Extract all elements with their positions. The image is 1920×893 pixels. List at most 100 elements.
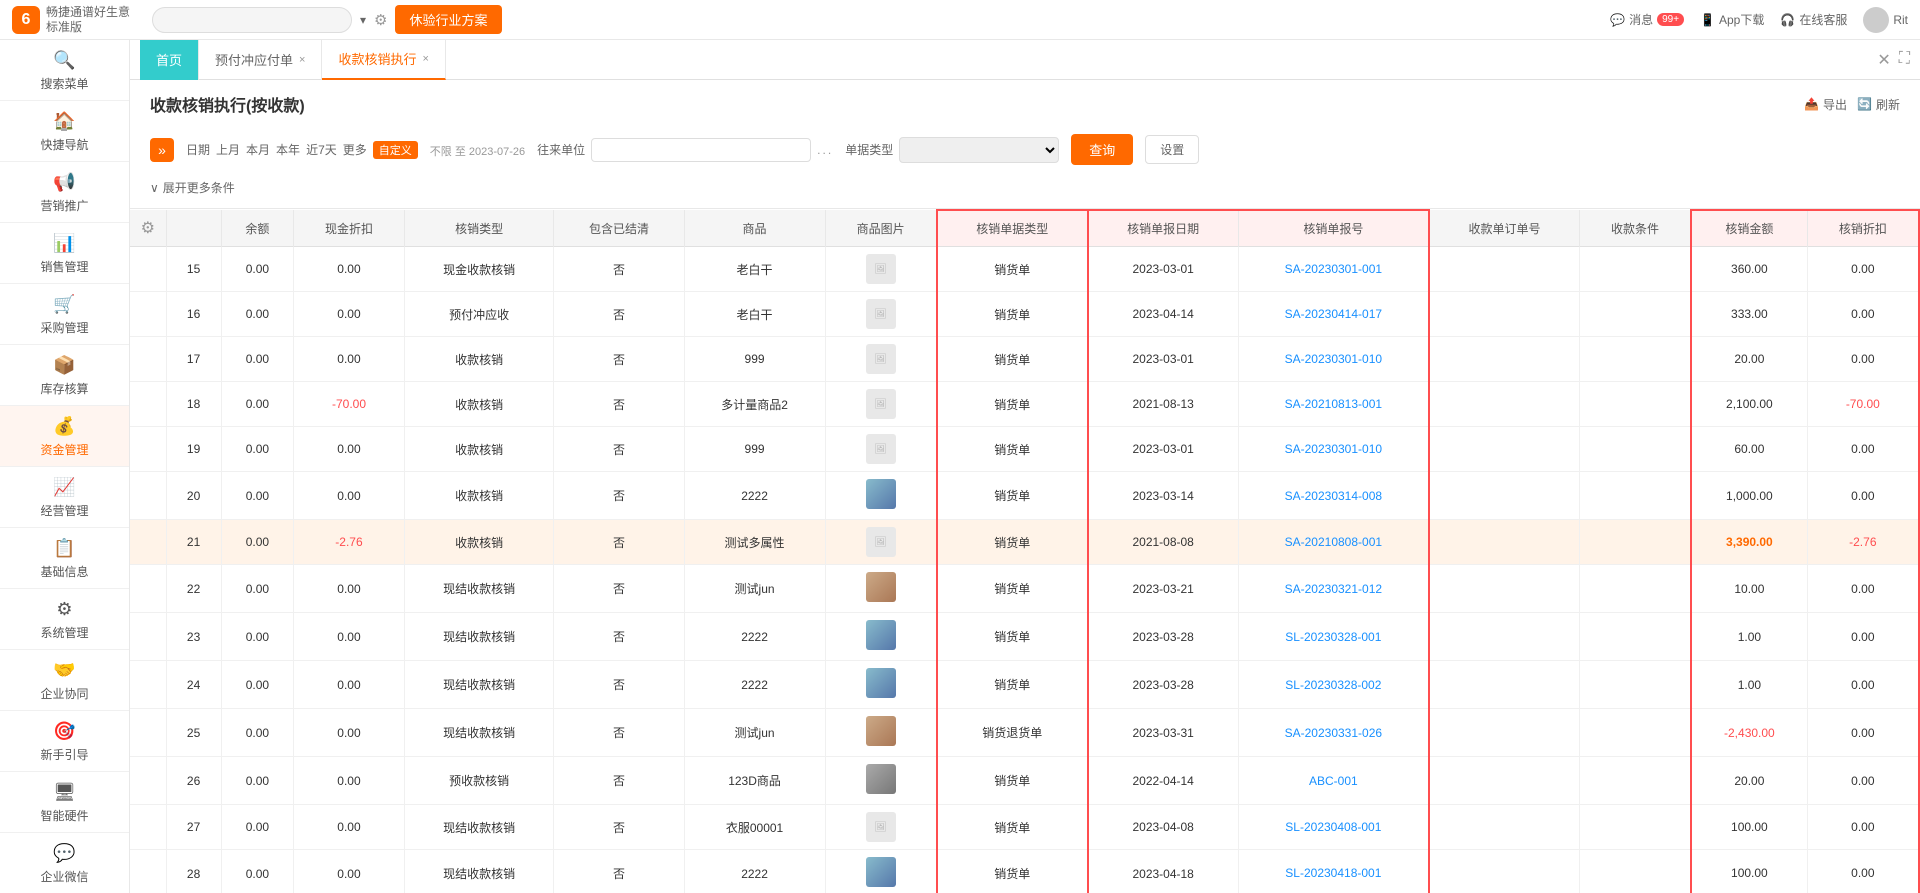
expand-more-button[interactable]: ∨ 展开更多条件 [150, 179, 1900, 196]
cell-receipt-order-no [1429, 565, 1579, 613]
sidebar-item-inventory[interactable]: 📦 库存核算 [0, 345, 129, 406]
filter-bar: » 日期 上月 本月 本年 近7天 更多 自定义 不限 至 2023-07-26 [150, 126, 1900, 175]
cell-writeoff-type: 收款核销 [404, 337, 553, 382]
online-service-action[interactable]: 🎧 在线客服 [1780, 11, 1847, 28]
col-settings[interactable]: ⚙ [130, 210, 166, 247]
cell-balance: 0.00 [221, 565, 293, 613]
col-goods-image: 商品图片 [825, 210, 937, 247]
sidebar-item-sales[interactable]: 📊 销售管理 [0, 223, 129, 284]
cell-receipt-order-no [1429, 850, 1579, 893]
date-this-month[interactable]: 本月 [246, 141, 270, 158]
close-tab1-icon[interactable]: × [299, 54, 305, 66]
sidebar-item-quicknav[interactable]: 🏠 快捷导航 [0, 101, 129, 162]
table-row: 16 0.00 0.00 预付冲应收 否 老白干 🖼 销货单 2023-04-1… [130, 292, 1919, 337]
cell-receipt-condition [1579, 850, 1691, 893]
writeoff-no-link[interactable]: SA-20230301-001 [1285, 262, 1382, 276]
cell-writeoff-amount: 1,000.00 [1691, 472, 1807, 520]
solution-button[interactable]: 休验行业方案 [395, 5, 501, 34]
refresh-button[interactable]: 🔄 刷新 [1857, 96, 1900, 113]
date-custom[interactable]: 自定义 [373, 141, 418, 159]
cell-writeoff-no: SA-20230301-010 [1238, 337, 1429, 382]
cell-writeoff-no: SA-20230414-017 [1238, 292, 1429, 337]
sidebar-item-smarthw[interactable]: 🖥 智能硬件 [0, 772, 129, 833]
export-button[interactable]: 📤 导出 [1804, 96, 1847, 113]
expand-window-icon[interactable]: ⛶ [1899, 50, 1910, 70]
cell-include-settled: 否 [554, 337, 684, 382]
top-search-input[interactable] [152, 7, 352, 33]
cell-writeoff-voucher-type: 销货单 [937, 613, 1088, 661]
sidebar-item-search[interactable]: 🔍 搜索菜单 [0, 40, 129, 101]
cell-cash-discount: 0.00 [294, 661, 405, 709]
cell-goods: 衣服00001 [684, 805, 825, 850]
cell-seq: 18 [166, 382, 221, 427]
settings-button[interactable]: 设置 [1145, 135, 1199, 164]
page-header: 收款核销执行(按收款) 📤 导出 🔄 刷新 » [130, 80, 1920, 209]
cell-seq: 22 [166, 565, 221, 613]
cell-receipt-condition [1579, 520, 1691, 565]
close-tab2-icon[interactable]: × [422, 53, 428, 65]
counterparty-input[interactable] [591, 138, 811, 162]
writeoff-no-link[interactable]: SA-20230331-026 [1285, 726, 1382, 740]
writeoff-no-link[interactable]: SA-20230301-010 [1285, 352, 1382, 366]
cell-cash-discount: 0.00 [294, 337, 405, 382]
writeoff-no-link[interactable]: SL-20230418-001 [1285, 866, 1381, 880]
query-button[interactable]: 查询 [1071, 134, 1133, 165]
cell-receipt-order-no [1429, 757, 1579, 805]
cell-balance: 0.00 [221, 472, 293, 520]
col-writeoff-no: 核销单报号 [1238, 210, 1429, 247]
writeoff-no-link[interactable]: SA-20230301-010 [1285, 442, 1382, 456]
sidebar-item-label: 企业协同 [40, 685, 88, 702]
gear-icon[interactable]: ⚙ [374, 11, 387, 29]
user-action[interactable]: Rit [1863, 7, 1908, 33]
date-last-month[interactable]: 上月 [216, 141, 240, 158]
cell-include-settled: 否 [554, 565, 684, 613]
cell-writeoff-amount: -2,430.00 [1691, 709, 1807, 757]
app-download-action[interactable]: 📱 App下载 [1700, 11, 1764, 28]
writeoff-no-link[interactable]: SL-20230408-001 [1285, 820, 1381, 834]
writeoff-no-link[interactable]: SA-20230314-008 [1285, 489, 1382, 503]
cell-writeoff-voucher-type: 销货单 [937, 337, 1088, 382]
product-image: 🖼 [866, 812, 896, 842]
tab-writeoff[interactable]: 收款核销执行 × [322, 40, 445, 80]
writeoff-no-link[interactable]: SA-20210813-001 [1285, 397, 1382, 411]
cell-writeoff-date: 2023-03-31 [1088, 709, 1238, 757]
message-action[interactable]: 💬 消息 99+ [1610, 11, 1684, 28]
date-7days[interactable]: 近7天 [306, 141, 337, 158]
filter-expand-button[interactable]: » [150, 138, 174, 162]
cell-receipt-order-no [1429, 247, 1579, 292]
sidebar-item-marketing[interactable]: 📢 营销推广 [0, 162, 129, 223]
sidebar-item-wechat[interactable]: 💬 企业微信 [0, 833, 129, 893]
date-this-year[interactable]: 本年 [276, 141, 300, 158]
sidebar-item-newguide[interactable]: 🎯 新手引导 [0, 711, 129, 772]
cell-receipt-condition [1579, 247, 1691, 292]
cell-receipt-condition [1579, 382, 1691, 427]
cell-writeoff-amount: 100.00 [1691, 805, 1807, 850]
top-dropdown[interactable]: ▾ [360, 13, 366, 27]
sidebar-item-sysadmin[interactable]: ⚙ 系统管理 [0, 589, 129, 650]
close-window-icon[interactable]: ✕ [1877, 50, 1890, 70]
writeoff-no-link[interactable]: SA-20210808-001 [1285, 535, 1382, 549]
writeoff-no-link[interactable]: SL-20230328-002 [1285, 678, 1381, 692]
sidebar-item-baseinfo[interactable]: 📋 基础信息 [0, 528, 129, 589]
tab-home[interactable]: 首页 [140, 40, 199, 80]
product-image: 🖼 [866, 527, 896, 557]
date-more[interactable]: 更多 [343, 141, 367, 158]
sidebar-item-enterprise[interactable]: 🤝 企业协同 [0, 650, 129, 711]
sidebar-item-finance[interactable]: 💰 资金管理 [0, 406, 129, 467]
tab-prepay[interactable]: 预付冲应付单 × [199, 40, 322, 80]
cell-settings [130, 565, 166, 613]
writeoff-no-link[interactable]: SA-20230414-017 [1285, 307, 1382, 321]
monitor-icon: 🖥 [53, 782, 76, 803]
writeoff-no-link[interactable]: ABC-001 [1309, 774, 1358, 788]
sidebar-item-purchase[interactable]: 🛒 采购管理 [0, 284, 129, 345]
cell-writeoff-discount: 0.00 [1807, 613, 1919, 661]
writeoff-no-link[interactable]: SA-20230321-012 [1285, 582, 1382, 596]
date-range-text: 不限 至 2023-07-26 [430, 143, 525, 159]
cell-writeoff-voucher-type: 销货退货单 [937, 709, 1088, 757]
sidebar-item-operations[interactable]: 📈 经营管理 [0, 467, 129, 528]
writeoff-no-link[interactable]: SL-20230328-001 [1285, 630, 1381, 644]
col-writeoff-date: 核销单报日期 [1088, 210, 1238, 247]
cell-seq: 20 [166, 472, 221, 520]
voucher-type-select[interactable] [899, 137, 1059, 163]
voucher-type-filter-group: 单据类型 [845, 137, 1059, 163]
